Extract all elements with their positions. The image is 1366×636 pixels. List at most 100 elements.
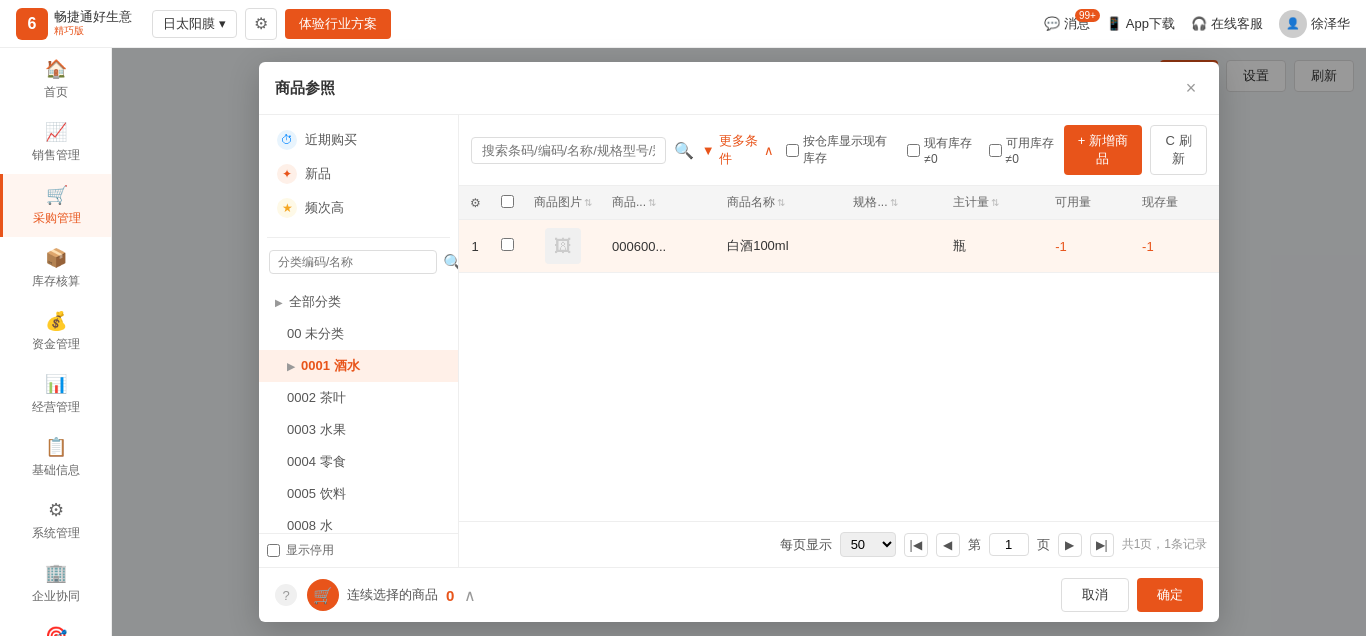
product-search-icon[interactable]: 🔍 — [674, 141, 694, 160]
cat-water[interactable]: 0008 水 — [259, 510, 458, 533]
first-page-button[interactable]: |◀ — [904, 533, 928, 557]
table-row[interactable]: 1 🖼 000600... 白酒100ml — [459, 220, 1219, 273]
sidebar-label-purchase: 采购管理 — [33, 210, 81, 227]
cat-fruit[interactable]: 0003 水果 — [259, 414, 458, 446]
select-all-checkbox[interactable] — [501, 195, 514, 208]
user-avatar-item[interactable]: 👤 徐泽华 — [1279, 10, 1350, 38]
disabled-checkbox-input[interactable] — [267, 544, 280, 557]
online-service-item[interactable]: 🎧 在线客服 — [1191, 15, 1263, 33]
th-code-sort[interactable]: 商品... ⇅ — [612, 194, 656, 211]
cart-area: 🛒 连续选择的商品 0 — [307, 579, 454, 611]
th-available: 可用量 — [1045, 186, 1132, 220]
pagination-bar: 每页显示 50 10 20 100 |◀ ◀ 第 页 — [459, 521, 1219, 567]
sidebar-label-inventory: 库存核算 — [32, 273, 80, 290]
filter-recent[interactable]: ⏱ 近期购买 — [267, 123, 450, 157]
finance-icon: 💰 — [45, 310, 67, 332]
th-name-sort[interactable]: 商品名称 ⇅ — [727, 194, 785, 211]
filter-more-button[interactable]: ▼ 更多条件 ∧ — [702, 132, 774, 168]
cart-count: 0 — [446, 587, 454, 604]
th-unit-sort[interactable]: 主计量 ⇅ — [953, 194, 999, 211]
checkbox-existing[interactable]: 现有库存≠0 — [907, 135, 974, 166]
category-search-row: 🔍 ≪ — [259, 242, 458, 282]
row-checkbox[interactable] — [501, 238, 514, 251]
th-spec-sort[interactable]: 规格... ⇅ — [853, 194, 897, 211]
nav-right-area: 💬 消息 99+ 📱 App下载 🎧 在线客服 👤 徐泽华 — [1044, 10, 1350, 38]
next-page-button[interactable]: ▶ — [1058, 533, 1082, 557]
cat-uncategorized[interactable]: 00 未分类 — [259, 318, 458, 350]
cat-fruit-label: 0003 水果 — [287, 421, 346, 439]
sort-icon-spec: ⇅ — [890, 197, 898, 208]
prev-page-button[interactable]: ◀ — [936, 533, 960, 557]
filter-frequent[interactable]: ★ 频次高 — [267, 191, 450, 225]
right-toolbar: 🔍 ▼ 更多条件 ∧ 按仓库显示现有库存 — [459, 115, 1219, 186]
category-search-button[interactable]: 🔍 — [443, 250, 459, 274]
product-search-input[interactable] — [471, 137, 666, 164]
checkbox-available[interactable]: 可用库存≠0 — [989, 135, 1056, 166]
help-button[interactable]: ? — [275, 584, 297, 606]
modal-close-button[interactable]: × — [1179, 76, 1203, 100]
sidebar-item-system[interactable]: ⚙ 系统管理 — [0, 489, 111, 552]
per-page-select[interactable]: 50 10 20 100 — [840, 532, 896, 557]
app-download-item[interactable]: 📱 App下载 — [1106, 15, 1175, 33]
sidebar-item-home[interactable]: 🏠 首页 — [0, 48, 111, 111]
settings-gear-icon[interactable]: ⚙ — [245, 8, 277, 40]
content-area: 查询 设置 刷新 商品参照 × ⏱ — [112, 48, 1366, 636]
cat-all[interactable]: ▶ 全部分类 — [259, 286, 458, 318]
cat-snacks[interactable]: 0004 零食 — [259, 446, 458, 478]
inventory-icon: 📦 — [45, 247, 67, 269]
show-disabled-label: 显示停用 — [286, 542, 334, 559]
add-product-button[interactable]: + 新增商品 — [1064, 125, 1142, 175]
sidebar-item-inventory[interactable]: 📦 库存核算 — [0, 237, 111, 300]
sidebar: 🏠 首页 📈 销售管理 🛒 采购管理 📦 库存核算 💰 资金管理 📊 经营管理 … — [0, 48, 112, 636]
cancel-button[interactable]: 取消 — [1061, 578, 1129, 612]
app-name-area: 畅捷通好生意 精巧版 — [54, 9, 132, 39]
last-page-button[interactable]: ▶| — [1090, 533, 1114, 557]
footer-collapse-icon[interactable]: ∧ — [464, 586, 476, 605]
sidebar-item-sales[interactable]: 📈 销售管理 — [0, 111, 111, 174]
operations-icon: 📊 — [45, 373, 67, 395]
sales-icon: 📈 — [45, 121, 67, 143]
sidebar-item-finance[interactable]: 💰 资金管理 — [0, 300, 111, 363]
checkbox-warehouse-input[interactable] — [786, 144, 799, 157]
row-code: 000600... — [602, 220, 717, 273]
row-unit: 瓶 — [943, 220, 1045, 273]
confirm-button[interactable]: 确定 — [1137, 578, 1203, 612]
sidebar-item-operations[interactable]: 📊 经营管理 — [0, 363, 111, 426]
modal-overlay: 商品参照 × ⏱ 近期购买 ✦ 新品 — [112, 48, 1366, 636]
category-search-input[interactable] — [269, 250, 437, 274]
checkbox-existing-input[interactable] — [907, 144, 920, 157]
sidebar-item-basics[interactable]: 📋 基础信息 — [0, 426, 111, 489]
refresh-button[interactable]: C 刷新 — [1150, 125, 1207, 175]
company-selector[interactable]: 日太阳膜 ▾ — [152, 10, 237, 38]
top-navigation: 6 畅捷通好生意 精巧版 日太阳膜 ▾ ⚙ 体验行业方案 💬 消息 99+ 📱 … — [0, 0, 1366, 48]
sidebar-item-guide[interactable]: 🎯 新手引导 — [0, 615, 111, 636]
message-icon: 💬 — [1044, 16, 1060, 31]
product-table: ⚙ 商品图片 ⇅ — [459, 186, 1219, 273]
row-available: -1 — [1045, 220, 1132, 273]
sort-icon-unit: ⇅ — [991, 197, 999, 208]
left-panel-bottom: 显示停用 — [259, 533, 458, 567]
freq-label: 频次高 — [305, 199, 344, 217]
trial-button[interactable]: 体验行业方案 — [285, 9, 391, 39]
th-settings[interactable]: ⚙ — [459, 186, 491, 220]
page-number-input[interactable] — [989, 533, 1029, 556]
cat-tea[interactable]: 0002 茶叶 — [259, 382, 458, 414]
basics-icon: 📋 — [45, 436, 67, 458]
enterprise-icon: 🏢 — [45, 562, 67, 584]
th-image-sort[interactable]: 商品图片 ⇅ — [534, 194, 592, 211]
th-name-label: 商品名称 — [727, 194, 775, 211]
app-logo-icon: 6 — [16, 8, 48, 40]
th-image: 商品图片 ⇅ — [524, 186, 602, 220]
cat-alcohol[interactable]: ▶ 0001 酒水 — [259, 350, 458, 382]
sidebar-item-purchase[interactable]: 🛒 采购管理 — [0, 174, 111, 237]
messages-item[interactable]: 💬 消息 99+ — [1044, 15, 1090, 33]
checkbox-warehouse[interactable]: 按仓库显示现有库存 — [786, 133, 893, 167]
show-disabled-checkbox[interactable]: 显示停用 — [267, 542, 450, 559]
filter-new[interactable]: ✦ 新品 — [267, 157, 450, 191]
th-name: 商品名称 ⇅ — [717, 186, 843, 220]
checkbox-available-input[interactable] — [989, 144, 1002, 157]
sidebar-item-enterprise[interactable]: 🏢 企业协同 — [0, 552, 111, 615]
phone-icon: 📱 — [1106, 16, 1122, 31]
product-reference-modal: 商品参照 × ⏱ 近期购买 ✦ 新品 — [259, 62, 1219, 622]
cat-beverage[interactable]: 0005 饮料 — [259, 478, 458, 510]
